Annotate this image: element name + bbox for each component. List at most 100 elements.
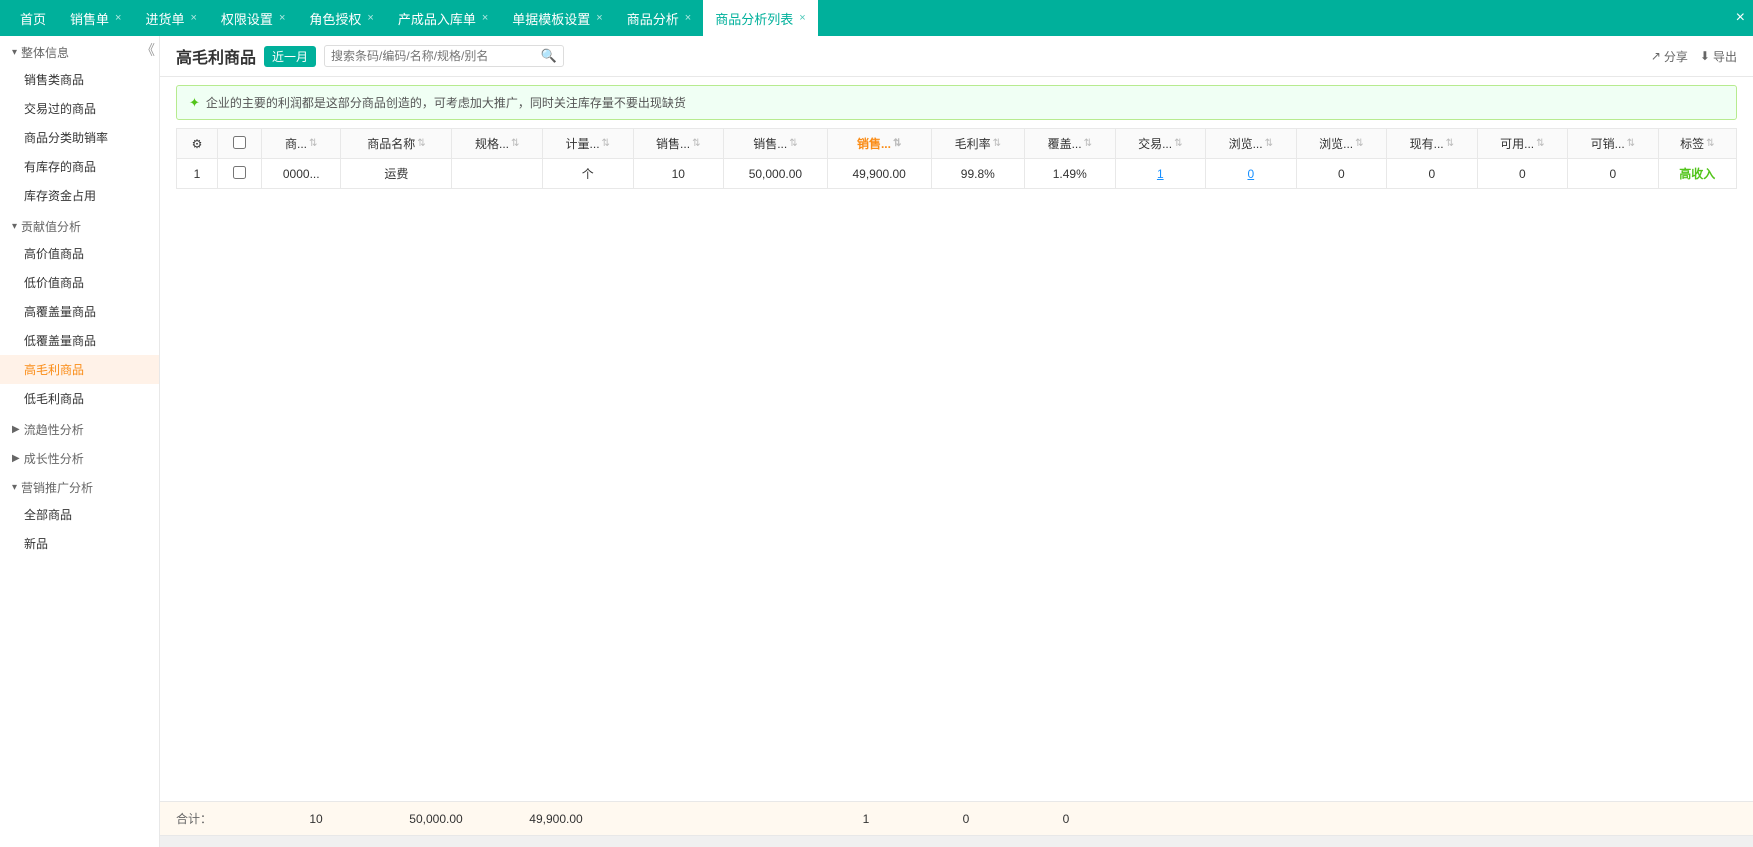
sidebar-item-category-rate[interactable]: 商品分类助销率 bbox=[0, 123, 159, 152]
sidebar-item-high-margin[interactable]: 高毛利商品 bbox=[0, 355, 159, 384]
row-unit: 个 bbox=[542, 159, 633, 189]
close-icon[interactable]: × bbox=[115, 12, 121, 24]
sidebar-item-low-coverage[interactable]: 低覆盖量商品 bbox=[0, 326, 159, 355]
sidebar-item-high-coverage[interactable]: 高覆盖量商品 bbox=[0, 297, 159, 326]
chevron-down-icon: ▾ bbox=[12, 221, 17, 232]
footer-transactions: 1 bbox=[816, 812, 916, 826]
close-all-button[interactable]: × bbox=[1736, 9, 1745, 27]
sidebar-item-stock-goods[interactable]: 有库存的商品 bbox=[0, 152, 159, 181]
chevron-right-icon: ▶ bbox=[12, 424, 20, 435]
close-icon[interactable]: × bbox=[685, 12, 691, 24]
sidebar-item-low-value[interactable]: 低价值商品 bbox=[0, 268, 159, 297]
sidebar-item-high-value[interactable]: 高价值商品 bbox=[0, 239, 159, 268]
col-current-stock[interactable]: 现有...⇅ bbox=[1387, 129, 1478, 159]
chevron-down-icon: ▾ bbox=[12, 482, 17, 493]
main-layout: 《 ▾ 整体信息 销售类商品 交易过的商品 商品分类助销率 有库存的商品 库存资… bbox=[0, 36, 1753, 847]
col-gross-rate[interactable]: 毛利率⇅ bbox=[931, 129, 1024, 159]
nav-product-analysis-list[interactable]: 商品分析列表 × bbox=[703, 0, 817, 36]
nav-product-analysis[interactable]: 商品分析 × bbox=[615, 0, 703, 36]
nav-purchase-order[interactable]: 进货单 × bbox=[133, 0, 208, 36]
footer-available: 0 bbox=[1016, 812, 1116, 826]
col-sales2[interactable]: 销售...⇅ bbox=[724, 129, 828, 159]
row-browse2: 0 bbox=[1296, 159, 1387, 189]
nav-product-inbound[interactable]: 产成品入库单 × bbox=[386, 0, 500, 36]
nav-home[interactable]: 首页 bbox=[8, 0, 58, 36]
row-transactions[interactable]: 1 bbox=[1115, 159, 1206, 189]
top-navigation: 首页 销售单 × 进货单 × 权限设置 × 角色授权 × 产成品入库单 × 单据… bbox=[0, 0, 1753, 36]
footer-col7: 50,000.00 bbox=[376, 812, 496, 826]
close-icon[interactable]: × bbox=[367, 12, 373, 24]
export-icon: ⬇ bbox=[1700, 49, 1710, 63]
col-browse1[interactable]: 浏览...⇅ bbox=[1206, 129, 1297, 159]
close-icon[interactable]: × bbox=[279, 12, 285, 24]
header-actions: ↗ 分享 ⬇ 导出 bbox=[1651, 48, 1737, 65]
horizontal-scrollbar[interactable] bbox=[160, 835, 1753, 847]
sidebar-group-marketing[interactable]: ▾ 营销推广分析 bbox=[0, 471, 159, 500]
row-code: 0000... bbox=[262, 159, 341, 189]
row-gross-rate: 99.8% bbox=[931, 159, 1024, 189]
footer-empty1 bbox=[616, 812, 816, 826]
col-browse2[interactable]: 浏览...⇅ bbox=[1296, 129, 1387, 159]
close-icon[interactable]: × bbox=[482, 12, 488, 24]
col-sales1[interactable]: 销售...⇅ bbox=[633, 129, 724, 159]
sidebar-item-traded-goods[interactable]: 交易过的商品 bbox=[0, 94, 159, 123]
sidebar-item-all-goods[interactable]: 全部商品 bbox=[0, 500, 159, 529]
period-button[interactable]: 近一月 bbox=[264, 46, 316, 67]
export-button[interactable]: ⬇ 导出 bbox=[1700, 48, 1737, 65]
sidebar-group-trend[interactable]: ▶ 流趋性分析 bbox=[0, 413, 159, 442]
row-available-stock: 0 bbox=[1477, 159, 1568, 189]
row-saleable-stock: 0 bbox=[1568, 159, 1659, 189]
sidebar-item-low-margin[interactable]: 低毛利商品 bbox=[0, 384, 159, 413]
close-icon[interactable]: × bbox=[799, 12, 805, 24]
row-spec bbox=[452, 159, 543, 189]
col-sales3[interactable]: 销售...⇅ bbox=[827, 129, 931, 159]
share-button[interactable]: ↗ 分享 bbox=[1651, 48, 1688, 65]
sidebar-collapse-button[interactable]: 《 bbox=[141, 40, 155, 60]
row-tag: 高收入 bbox=[1658, 159, 1736, 189]
row-sales2: 50,000.00 bbox=[724, 159, 828, 189]
data-table: ⚙ 商...⇅ 商品名称⇅ 规格...⇅ bbox=[176, 128, 1737, 189]
search-box[interactable]: 🔍 bbox=[324, 45, 564, 67]
sidebar-item-new-goods[interactable]: 新品 bbox=[0, 529, 159, 558]
row-checkbox[interactable] bbox=[217, 159, 261, 189]
col-transactions[interactable]: 交易...⇅ bbox=[1115, 129, 1206, 159]
chevron-right-icon: ▶ bbox=[12, 453, 20, 464]
footer-col8: 49,900.00 bbox=[496, 812, 616, 826]
select-all-checkbox[interactable] bbox=[233, 136, 246, 149]
col-code[interactable]: 商...⇅ bbox=[262, 129, 341, 159]
sidebar-item-stock-capital[interactable]: 库存资金占用 bbox=[0, 181, 159, 210]
col-tag[interactable]: 标签⇅ bbox=[1658, 129, 1736, 159]
col-spec[interactable]: 规格...⇅ bbox=[452, 129, 543, 159]
col-settings[interactable]: ⚙ bbox=[177, 129, 218, 159]
search-icon: 🔍 bbox=[541, 48, 557, 64]
search-input[interactable] bbox=[331, 49, 537, 63]
sidebar-group-overall[interactable]: ▾ 整体信息 bbox=[0, 36, 159, 65]
footer-col6: 10 bbox=[256, 812, 376, 826]
row-coverage: 1.49% bbox=[1025, 159, 1116, 189]
close-icon[interactable]: × bbox=[190, 12, 196, 24]
nav-sales-order[interactable]: 销售单 × bbox=[58, 0, 133, 36]
page-title: 高毛利商品 bbox=[176, 44, 256, 68]
sidebar: 《 ▾ 整体信息 销售类商品 交易过的商品 商品分类助销率 有库存的商品 库存资… bbox=[0, 36, 160, 847]
col-unit[interactable]: 计量...⇅ bbox=[542, 129, 633, 159]
nav-role-auth[interactable]: 角色授权 × bbox=[297, 0, 385, 36]
content-header: 高毛利商品 近一月 🔍 ↗ 分享 ⬇ 导出 bbox=[160, 36, 1753, 77]
row-select-checkbox[interactable] bbox=[233, 166, 246, 179]
nav-permission-settings[interactable]: 权限设置 × bbox=[209, 0, 297, 36]
sidebar-group-growth[interactable]: ▶ 成长性分析 bbox=[0, 442, 159, 471]
nav-template-settings[interactable]: 单据模板设置 × bbox=[500, 0, 614, 36]
col-saleable-stock[interactable]: 可销...⇅ bbox=[1568, 129, 1659, 159]
sidebar-item-sales-goods[interactable]: 销售类商品 bbox=[0, 65, 159, 94]
footer-cells: 10 50,000.00 49,900.00 1 0 0 bbox=[256, 812, 1737, 826]
close-icon[interactable]: × bbox=[596, 12, 602, 24]
row-sales1: 10 bbox=[633, 159, 724, 189]
col-available-stock[interactable]: 可用...⇅ bbox=[1477, 129, 1568, 159]
row-sales3: 49,900.00 bbox=[827, 159, 931, 189]
content-area: 高毛利商品 近一月 🔍 ↗ 分享 ⬇ 导出 ✦ 企业的主要的利润都是这部分商品创… bbox=[160, 36, 1753, 847]
sidebar-group-contribution[interactable]: ▾ 贡献值分析 bbox=[0, 210, 159, 239]
col-name[interactable]: 商品名称⇅ bbox=[341, 129, 452, 159]
row-browse1[interactable]: 0 bbox=[1206, 159, 1297, 189]
col-coverage[interactable]: 覆盖...⇅ bbox=[1025, 129, 1116, 159]
col-checkbox[interactable] bbox=[217, 129, 261, 159]
table-row: 1 0000... 运费 个 10 50,000.00 49,900.00 99… bbox=[177, 159, 1737, 189]
